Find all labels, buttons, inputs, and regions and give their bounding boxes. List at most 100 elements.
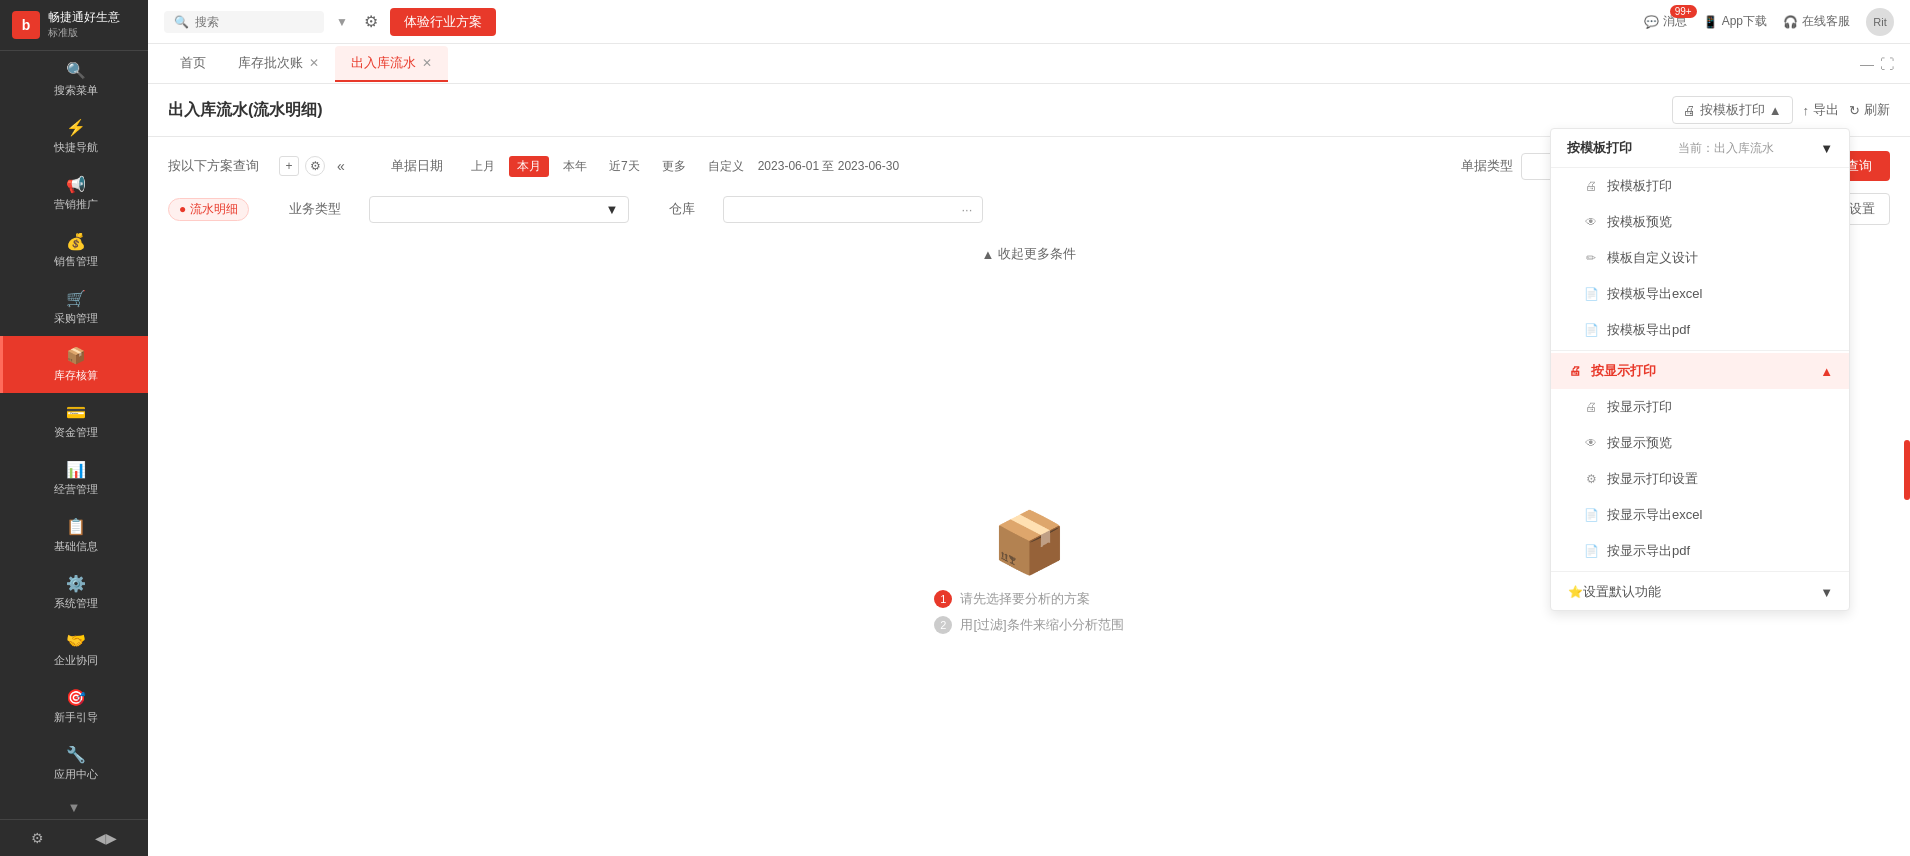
dropdown-display-pdf[interactable]: 📄 按显示导出pdf: [1551, 533, 1849, 569]
filter-collapse-btn[interactable]: «: [331, 156, 351, 176]
header-search-box[interactable]: 🔍: [164, 11, 324, 33]
dropdown-template-pdf[interactable]: 📄 按模板导出pdf: [1551, 312, 1849, 348]
dropdown-display-print-group[interactable]: 🖨 按显示打印 ▲: [1551, 353, 1849, 389]
user-avatar[interactable]: Rit: [1866, 8, 1894, 36]
chevron-down-icon2: ▼: [1820, 585, 1833, 600]
sidebar-item-apps[interactable]: 🔧 应用中心: [0, 735, 148, 792]
template-print-btn[interactable]: 🖨 按模板打印 ▲: [1672, 96, 1793, 124]
tab-home[interactable]: 首页: [164, 46, 222, 82]
empty-step-2: 2 用[过滤]条件来缩小分析范围: [934, 616, 1123, 634]
sidebar-item-inventory[interactable]: 📦 库存核算: [0, 336, 148, 393]
sidebar-settings-btn[interactable]: ⚙: [31, 830, 44, 846]
date-btn-last-month[interactable]: 上月: [463, 156, 503, 177]
dropdown-divider2: [1551, 571, 1849, 572]
business-type-label: 业务类型: [289, 200, 341, 218]
dropdown-template-custom[interactable]: ✏ 模板自定义设计: [1551, 240, 1849, 276]
tab-flow[interactable]: 出入库流水 ✕: [335, 46, 448, 82]
message-btn[interactable]: 💬 消息 99+: [1644, 13, 1687, 30]
trial-btn[interactable]: 体验行业方案: [390, 8, 496, 36]
preview-icon: 👁: [1583, 214, 1599, 230]
header-bar: 🔍 ▼ ⚙ 体验行业方案 💬 消息 99+ 📱 App下载 🎧 在线客服 Rit: [148, 0, 1910, 44]
search-input[interactable]: [195, 15, 295, 29]
sidebar-item-finance[interactable]: 💳 资金管理: [0, 393, 148, 450]
pdf2-icon: 📄: [1583, 543, 1599, 559]
export-btn[interactable]: ↑ 导出: [1803, 101, 1840, 119]
excel-icon: 📄: [1583, 286, 1599, 302]
dropdown-template-excel[interactable]: 📄 按模板导出excel: [1551, 276, 1849, 312]
filter-settings-btn[interactable]: ⚙: [305, 156, 325, 176]
sidebar-item-search[interactable]: 🔍 搜索菜单: [0, 51, 148, 108]
tab-flow-close[interactable]: ✕: [422, 56, 432, 70]
dropdown-divider: [1551, 350, 1849, 351]
date-btn-custom[interactable]: 自定义: [700, 156, 752, 177]
pdf-icon: 📄: [1583, 322, 1599, 338]
dropdown-set-default[interactable]: ⭐ 设置默认功能 ▼: [1551, 574, 1849, 610]
box-icon: 📦: [66, 346, 86, 365]
tab-batch-close[interactable]: ✕: [309, 56, 319, 70]
sidebar-item-collab[interactable]: 🤝 企业协同: [0, 621, 148, 678]
tab-batch[interactable]: 库存批次账 ✕: [222, 46, 335, 82]
message-icon: 💬: [1644, 15, 1659, 29]
dropdown-display-print-settings[interactable]: ⚙ 按显示打印设置: [1551, 461, 1849, 497]
date-btn-7days[interactable]: 近7天: [601, 156, 648, 177]
scroll-indicator: [1904, 440, 1910, 500]
warehouse-select[interactable]: ···: [723, 196, 983, 223]
sidebar-item-purchase[interactable]: 🛒 采购管理: [0, 279, 148, 336]
export-icon: ↑: [1803, 103, 1810, 118]
dropdown-display-print[interactable]: 🖨 按显示打印: [1551, 389, 1849, 425]
sidebar-bottom: ⚙ ◀▶: [0, 819, 148, 856]
headset-icon: 🎧: [1783, 15, 1798, 29]
filter-add-btn[interactable]: +: [279, 156, 299, 176]
sidebar-scroll-down[interactable]: ▼: [0, 796, 148, 819]
sidebar-item-basics[interactable]: 📋 基础信息: [0, 507, 148, 564]
search-icon: 🔍: [174, 15, 189, 29]
sidebar-collapse-btn[interactable]: ◀▶: [95, 830, 117, 846]
empty-steps: 1 请先选择要分析的方案 2 用[过滤]条件来缩小分析范围: [934, 590, 1123, 634]
refresh-btn[interactable]: ↻ 刷新: [1849, 101, 1890, 119]
sidebar-item-system[interactable]: ⚙️ 系统管理: [0, 564, 148, 621]
date-btn-this-year[interactable]: 本年: [555, 156, 595, 177]
target-icon: 🎯: [66, 688, 86, 707]
business-type-select[interactable]: ▼: [369, 196, 629, 223]
filter-badge-流水明细[interactable]: ● 流水明细: [168, 198, 249, 221]
header-gear-icon[interactable]: ⚙: [364, 12, 378, 31]
dropdown-header[interactable]: 按模板打印 当前：出入库流水 ▼: [1551, 129, 1849, 168]
excel2-icon: 📄: [1583, 507, 1599, 523]
dropdown-display-excel[interactable]: 📄 按显示导出excel: [1551, 497, 1849, 533]
app-download-btn[interactable]: 📱 App下载: [1703, 13, 1767, 30]
search-dropdown-icon[interactable]: ▼: [336, 15, 348, 29]
sidebar-item-guide[interactable]: 🎯 新手引导: [0, 678, 148, 735]
refresh-icon: ↻: [1849, 103, 1860, 118]
badge-icon: ●: [179, 202, 186, 216]
business-dropdown-icon: ▼: [605, 202, 618, 217]
handshake-icon: 🤝: [66, 631, 86, 650]
chart-icon: 📊: [66, 460, 86, 479]
date-btn-this-month[interactable]: 本月: [509, 156, 549, 177]
clipboard-icon: 📋: [66, 517, 86, 536]
display-print-icon: 🖨: [1567, 363, 1583, 379]
warehouse-more-icon: ···: [961, 202, 972, 217]
template-print-dropdown: 按模板打印 当前：出入库流水 ▼ 🖨 按模板打印 👁 按模板预览 ✏ 模板自定义…: [1550, 128, 1850, 611]
dropdown-display-preview[interactable]: 👁 按显示预览: [1551, 425, 1849, 461]
empty-illustration: 📦: [992, 507, 1067, 578]
dropdown-template-preview[interactable]: 👁 按模板预览: [1551, 204, 1849, 240]
empty-step-1: 1 请先选择要分析的方案: [934, 590, 1123, 608]
page-body: 出入库流水(流水明细) 🖨 按模板打印 ▲ ↑ 导出 ↻ 刷新: [148, 84, 1910, 856]
lightning-icon: ⚡: [66, 118, 86, 137]
maximize-btn[interactable]: ⛶: [1880, 56, 1894, 72]
gear-icon: ⚙️: [66, 574, 86, 593]
sidebar-item-operations[interactable]: 📊 经营管理: [0, 450, 148, 507]
default-icon: ⭐: [1567, 584, 1583, 600]
date-btn-more[interactable]: 更多: [654, 156, 694, 177]
step-2-num: 2: [934, 616, 952, 634]
sidebar-item-sales[interactable]: 💰 销售管理: [0, 222, 148, 279]
sidebar-item-quicknav[interactable]: ⚡ 快捷导航: [0, 108, 148, 165]
chevron-up-icon: ▲: [1769, 103, 1782, 118]
filter-badge-area: ● 流水明细: [168, 198, 249, 221]
search-icon: 🔍: [66, 61, 86, 80]
minimize-btn[interactable]: —: [1860, 56, 1874, 72]
sidebar-item-marketing[interactable]: 📢 营销推广: [0, 165, 148, 222]
print2-icon: 🖨: [1583, 399, 1599, 415]
dropdown-template-print[interactable]: 🖨 按模板打印: [1551, 168, 1849, 204]
online-service-btn[interactable]: 🎧 在线客服: [1783, 13, 1850, 30]
